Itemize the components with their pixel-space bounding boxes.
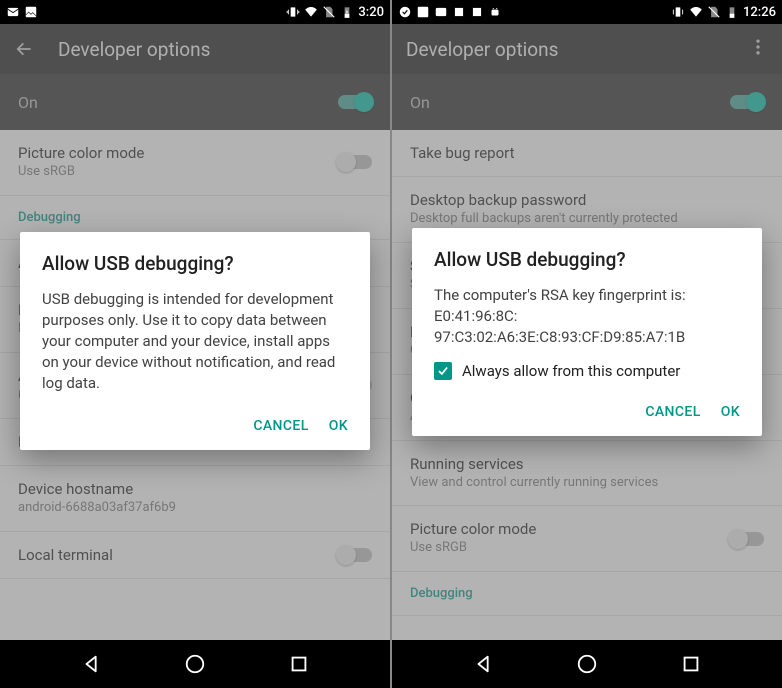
- image-icon: [416, 5, 430, 19]
- phone-right: 12:26 Developer options On Take bug repo…: [392, 0, 782, 688]
- usb-debugging-dialog: Allow USB debugging? USB debugging is in…: [20, 232, 370, 450]
- dialog-title: Allow USB debugging?: [434, 248, 740, 271]
- mail-icon: [6, 5, 20, 19]
- nav-bar: [0, 640, 390, 688]
- nav-recents-icon[interactable]: [679, 652, 703, 676]
- android-icon: [488, 5, 502, 19]
- no-sim-icon: [707, 5, 721, 19]
- status-time: 3:20: [358, 5, 384, 20]
- nav-back-icon[interactable]: [472, 652, 496, 676]
- wifi-icon: [304, 5, 318, 19]
- wifi-icon: [689, 5, 703, 19]
- vibrate-icon: [286, 5, 300, 19]
- battery-icon: [725, 5, 739, 19]
- usb-debugging-dialog: Allow USB debugging? The computer's RSA …: [412, 228, 762, 436]
- dialog-actions: CANCEL OK: [42, 412, 348, 440]
- dialog-scrim: Allow USB debugging? USB debugging is in…: [0, 24, 390, 640]
- dialog-scrim: Allow USB debugging? The computer's RSA …: [392, 24, 782, 640]
- image-icon: [24, 5, 38, 19]
- status-time: 12:26: [743, 5, 776, 20]
- battery-icon: [340, 5, 354, 19]
- status-bar: 12:26: [392, 0, 782, 24]
- checkbox-checked-icon[interactable]: [434, 362, 452, 380]
- nav-bar: [392, 640, 782, 688]
- dialog-actions: CANCEL OK: [434, 398, 740, 426]
- vibrate-icon: [671, 5, 685, 19]
- phone-left: 3:20 Developer options On Picture color …: [0, 0, 390, 688]
- ok-button[interactable]: OK: [329, 418, 348, 434]
- nav-back-icon[interactable]: [80, 652, 104, 676]
- nav-home-icon[interactable]: [183, 652, 207, 676]
- no-sim-icon: [322, 5, 336, 19]
- square-icon: [470, 5, 484, 19]
- dialog-body: USB debugging is intended for developmen…: [42, 289, 348, 394]
- square-icon: [452, 5, 466, 19]
- dialog-body: The computer's RSA key fingerprint is: E…: [434, 285, 740, 348]
- nav-recents-icon[interactable]: [287, 652, 311, 676]
- dialog-title: Allow USB debugging?: [42, 252, 348, 275]
- mail-icon: [434, 5, 448, 19]
- status-bar: 3:20: [0, 0, 390, 24]
- cancel-button[interactable]: CANCEL: [253, 418, 308, 434]
- ok-button[interactable]: OK: [721, 404, 740, 420]
- checkbox-label: Always allow from this computer: [462, 362, 680, 380]
- nav-home-icon[interactable]: [575, 652, 599, 676]
- cancel-button[interactable]: CANCEL: [645, 404, 700, 420]
- always-allow-row[interactable]: Always allow from this computer: [434, 362, 740, 380]
- notif-icon: [398, 5, 412, 19]
